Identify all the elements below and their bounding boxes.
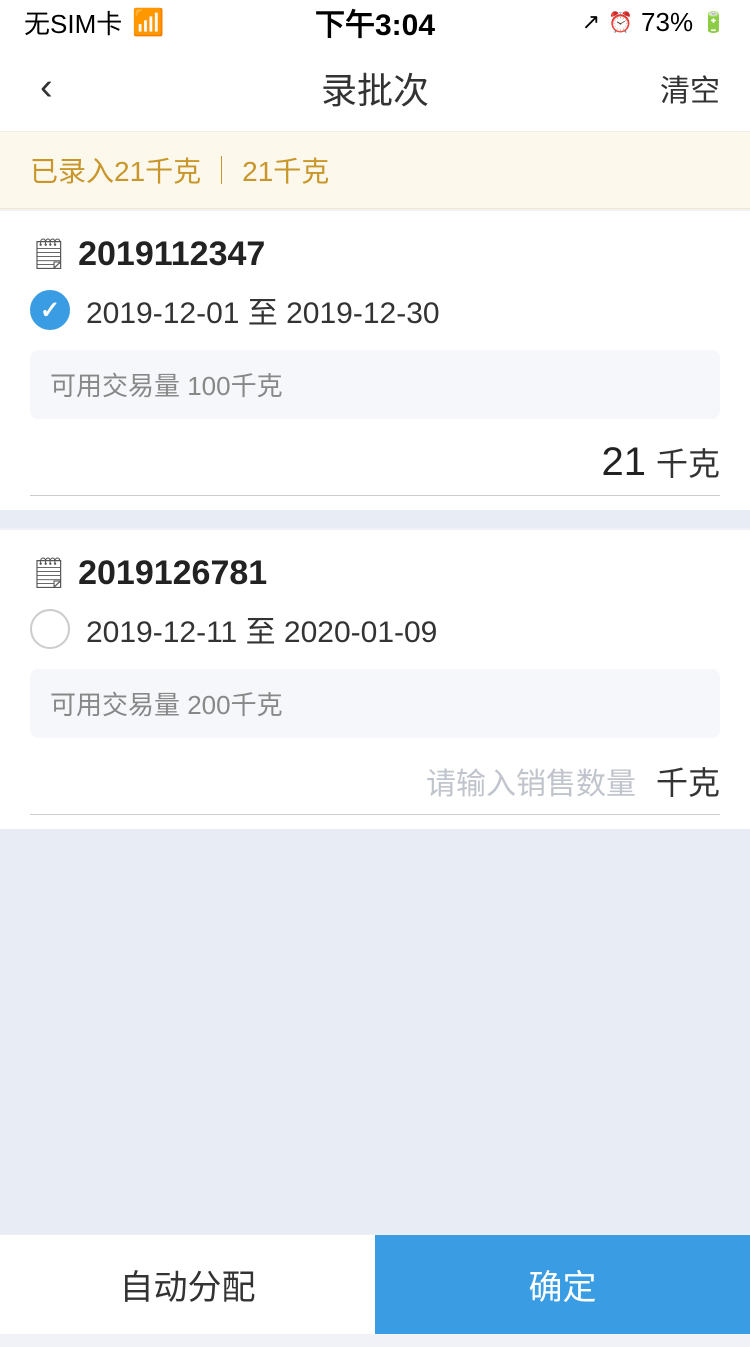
- alarm-icon: ⏰: [608, 10, 633, 35]
- empty-area: [0, 847, 750, 1247]
- batch-date-row-2[interactable]: 2019-12-11 至 2020-01-09: [30, 607, 720, 651]
- status-bar-time: 下午3:04: [315, 0, 435, 44]
- back-button[interactable]: ‹: [30, 56, 63, 119]
- section-divider-2: [0, 829, 750, 847]
- battery-icon: 🔋: [701, 10, 726, 35]
- quantity-underline-2: [30, 814, 720, 815]
- radio-1[interactable]: ✓: [30, 290, 70, 330]
- quantity-unit-1: 千克: [656, 439, 720, 485]
- batch-input-row-2: 请输入销售数量 千克: [0, 738, 750, 814]
- clear-button[interactable]: 清空: [660, 66, 720, 110]
- batch-available-2: 可用交易量 200千克: [30, 669, 720, 738]
- bottom-bar: 自动分配 确定: [0, 1234, 750, 1334]
- battery-label: 73%: [641, 7, 693, 38]
- batch-id-icon-1: 🗒: [30, 237, 68, 272]
- batch-header-1: 🗒 2019112347: [30, 235, 720, 274]
- check-icon-1: ✓: [40, 296, 60, 325]
- quantity-input-1[interactable]: [526, 440, 646, 485]
- batch-card-2: 🗒 2019126781 2019-12-11 至 2020-01-09 可用交…: [0, 530, 750, 829]
- nav-bar: ‹ 录批次 清空: [0, 44, 750, 132]
- confirm-button[interactable]: 确定: [375, 1235, 750, 1334]
- page-title: 录批次: [321, 62, 429, 114]
- batch-id-2: 2019126781: [78, 554, 267, 593]
- quantity-unit-2: 千克: [656, 758, 720, 804]
- batch-date-row-1[interactable]: ✓ 2019-12-01 至 2019-12-30: [30, 288, 720, 332]
- quantity-underline-1: [30, 495, 720, 496]
- quantity-row-1: 千克: [0, 419, 750, 495]
- summary-divider: [221, 156, 222, 184]
- batch-date-1: 2019-12-01 至 2019-12-30: [86, 288, 440, 332]
- summary-label: 已录入21千克: [30, 150, 201, 190]
- wifi-icon: 📶: [132, 7, 164, 38]
- carrier-label: 无SIM卡: [24, 4, 122, 41]
- summary-banner: 已录入21千克 21千克: [0, 132, 750, 209]
- radio-2[interactable]: [30, 609, 70, 649]
- auto-distribute-button[interactable]: 自动分配: [0, 1235, 375, 1334]
- batch-id-icon-2: 🗒: [30, 556, 68, 591]
- section-divider-1: [0, 510, 750, 528]
- batch-id-1: 2019112347: [78, 235, 265, 274]
- quantity-placeholder-2: 请输入销售数量: [426, 759, 636, 803]
- batch-available-1: 可用交易量 100千克: [30, 350, 720, 419]
- location-icon: ↗: [582, 9, 600, 35]
- batch-header-2: 🗒 2019126781: [30, 554, 720, 593]
- summary-value: 21千克: [242, 150, 329, 190]
- batch-card-1: 🗒 2019112347 ✓ 2019-12-01 至 2019-12-30 可…: [0, 211, 750, 510]
- status-bar: 无SIM卡 📶 下午3:04 ↗ ⏰ 73% 🔋: [0, 0, 750, 44]
- batch-date-2: 2019-12-11 至 2020-01-09: [86, 607, 437, 651]
- status-bar-left: 无SIM卡 📶: [24, 4, 165, 41]
- status-bar-right: ↗ ⏰ 73% 🔋: [582, 7, 726, 38]
